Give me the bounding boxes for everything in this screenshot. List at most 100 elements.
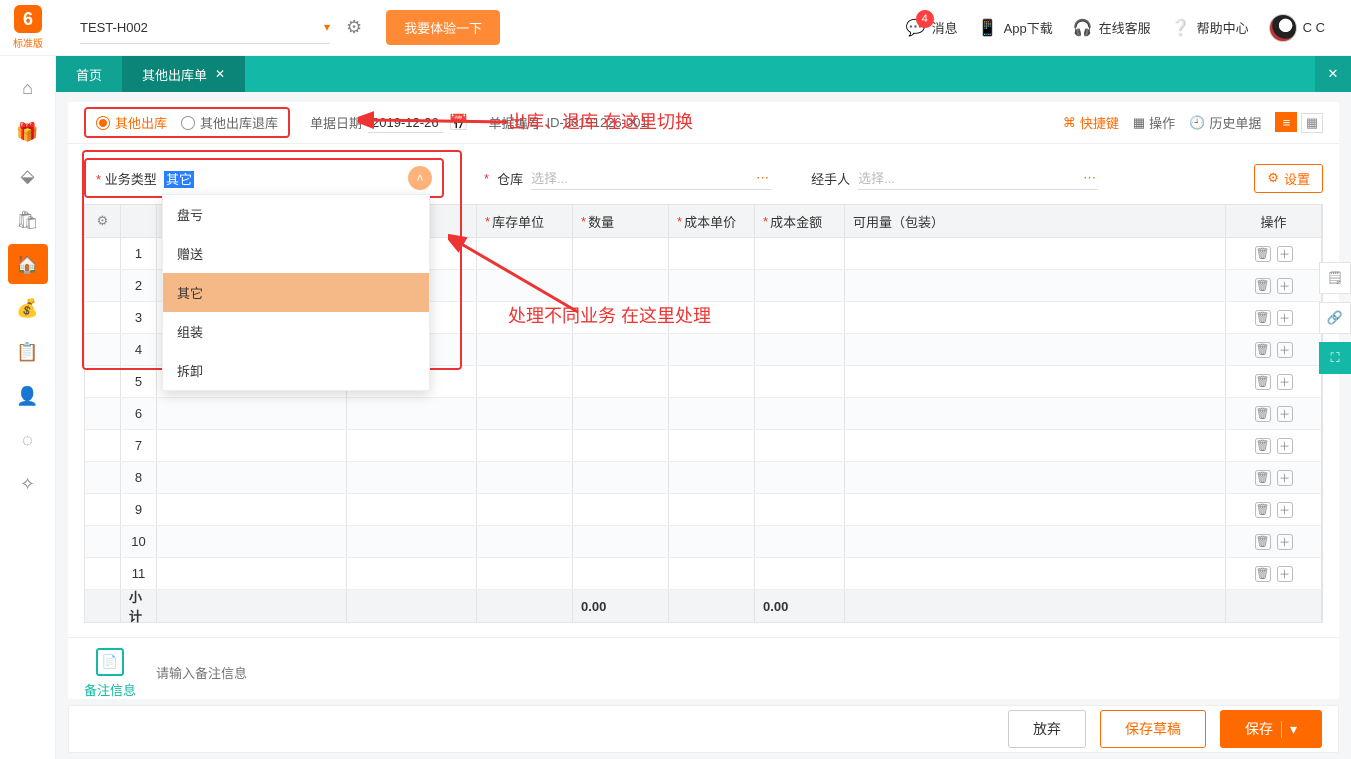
close-all-tabs[interactable]: ✕ bbox=[1315, 56, 1351, 92]
delete-row-icon[interactable]: 🗑 bbox=[1255, 278, 1271, 294]
add-row-icon[interactable]: ＋ bbox=[1277, 374, 1293, 390]
history-button[interactable]: 🕘历史单据 bbox=[1189, 113, 1261, 132]
dropdown-selected-value: 其它 bbox=[164, 171, 194, 188]
view-toggle: ≡ ▦ bbox=[1275, 112, 1323, 133]
business-type-dropdown[interactable]: * 业务类型 其它 ˄ bbox=[84, 158, 444, 198]
rail-goods-icon[interactable]: ⬙ bbox=[8, 156, 48, 196]
add-row-icon[interactable]: ＋ bbox=[1277, 534, 1293, 550]
operate-button[interactable]: ▦操作 bbox=[1133, 113, 1175, 132]
user-name: C C bbox=[1303, 20, 1325, 35]
radio-other-outbound[interactable]: 其他出库 bbox=[96, 113, 167, 132]
shortcut-button[interactable]: ⌘快捷键 bbox=[1063, 113, 1119, 132]
discard-button[interactable]: 放弃 bbox=[1008, 710, 1086, 748]
radio-other-outbound-return[interactable]: 其他出库退库 bbox=[181, 113, 278, 132]
save-button[interactable]: 保存 ▾ bbox=[1220, 710, 1322, 748]
delete-row-icon[interactable]: 🗑 bbox=[1255, 246, 1271, 262]
help-center-button[interactable]: ❔ 帮助中心 bbox=[1171, 18, 1249, 38]
add-row-icon[interactable]: ＋ bbox=[1277, 438, 1293, 454]
rail-clipboard-icon[interactable]: 📋 bbox=[8, 332, 48, 372]
rail-bag-icon[interactable]: 🛍 bbox=[8, 200, 48, 240]
rail-new-icon[interactable]: ✧ bbox=[8, 464, 48, 504]
rail-gift-icon[interactable]: 🎁 bbox=[8, 112, 48, 152]
delete-row-icon[interactable]: 🗑 bbox=[1255, 502, 1271, 518]
org-name: TEST-H002 bbox=[80, 20, 148, 35]
field-label: 单据日期 bbox=[310, 113, 362, 132]
doc-date-field[interactable]: 单据日期 2019-12-26 📅 bbox=[310, 113, 468, 133]
tabs-strip: 首页 其他出库单 ✕ ✕ bbox=[56, 56, 1351, 92]
table-row[interactable]: 9🗑＋ bbox=[85, 494, 1322, 526]
radio-label: 其他出库退库 bbox=[200, 113, 278, 132]
col-unit: *库存单位 bbox=[477, 205, 573, 237]
col-index bbox=[121, 205, 157, 237]
add-row-icon[interactable]: ＋ bbox=[1277, 406, 1293, 422]
rail-home-icon[interactable]: ⌂ bbox=[8, 68, 48, 108]
tab-home[interactable]: 首页 bbox=[56, 56, 122, 92]
radio-dot-icon bbox=[96, 116, 110, 130]
add-row-icon[interactable]: ＋ bbox=[1277, 310, 1293, 326]
cta-button[interactable]: 我要体验一下 bbox=[386, 10, 500, 45]
rr-note-icon[interactable]: 🗒 bbox=[1319, 262, 1351, 294]
row-index: 4 bbox=[121, 334, 157, 365]
app-label: App下载 bbox=[1004, 18, 1053, 37]
add-row-icon[interactable]: ＋ bbox=[1277, 502, 1293, 518]
delete-row-icon[interactable]: 🗑 bbox=[1255, 342, 1271, 358]
option-zengsong[interactable]: 赠送 bbox=[163, 234, 429, 273]
rail-warehouse-icon[interactable]: 🏠 bbox=[8, 244, 48, 284]
online-service-button[interactable]: 🎧 在线客服 bbox=[1073, 18, 1151, 38]
rr-fullscreen-icon[interactable]: ⛶ bbox=[1319, 342, 1351, 374]
delete-row-icon[interactable]: 🗑 bbox=[1255, 438, 1271, 454]
delete-row-icon[interactable]: 🗑 bbox=[1255, 470, 1271, 486]
org-selector[interactable]: TEST-H002 ▾ bbox=[80, 12, 330, 44]
delete-row-icon[interactable]: 🗑 bbox=[1255, 374, 1271, 390]
messages-badge: 4 bbox=[916, 10, 934, 28]
add-row-icon[interactable]: ＋ bbox=[1277, 342, 1293, 358]
option-pankui[interactable]: 盘亏 bbox=[163, 195, 429, 234]
delete-row-icon[interactable]: 🗑 bbox=[1255, 310, 1271, 326]
rail-contact-icon[interactable]: 👤 bbox=[8, 376, 48, 416]
remark-title: 备注信息 bbox=[84, 680, 136, 699]
app-download-button[interactable]: 📱 App下载 bbox=[978, 18, 1053, 38]
remark-input[interactable] bbox=[156, 666, 1323, 681]
option-chaixie[interactable]: 拆卸 bbox=[163, 351, 429, 390]
delete-row-icon[interactable]: 🗑 bbox=[1255, 406, 1271, 422]
more-icon[interactable]: ⋯ bbox=[756, 170, 771, 186]
add-row-icon[interactable]: ＋ bbox=[1277, 246, 1293, 262]
save-draft-button[interactable]: 保存草稿 bbox=[1100, 710, 1206, 748]
radio-dot-icon bbox=[181, 116, 195, 130]
table-row[interactable]: 11🗑＋ bbox=[85, 558, 1322, 590]
footer-amount: 0.00 bbox=[755, 590, 845, 622]
user-menu[interactable]: C C bbox=[1269, 14, 1325, 42]
table-row[interactable]: 6🗑＋ bbox=[85, 398, 1322, 430]
option-zuzhuang[interactable]: 组装 bbox=[163, 312, 429, 351]
messages-label: 消息 bbox=[932, 18, 958, 37]
table-row[interactable]: 8🗑＋ bbox=[85, 462, 1322, 494]
column-config-icon[interactable]: ⚙ bbox=[85, 205, 121, 237]
handler-field[interactable]: 经手人 选择... ⋯ bbox=[811, 166, 1098, 190]
option-qita[interactable]: 其它 bbox=[163, 273, 429, 312]
tab-other-outbound[interactable]: 其他出库单 ✕ bbox=[122, 56, 245, 92]
logo-icon: 6 bbox=[14, 5, 42, 33]
rail-refresh-icon[interactable]: ◌ bbox=[8, 420, 48, 460]
rr-link-icon[interactable]: 🔗 bbox=[1319, 302, 1351, 334]
add-row-icon[interactable]: ＋ bbox=[1277, 278, 1293, 294]
table-row[interactable]: 7🗑＋ bbox=[85, 430, 1322, 462]
view-list-icon[interactable]: ≡ bbox=[1275, 112, 1297, 132]
settings-button[interactable]: ⚙设置 bbox=[1254, 164, 1323, 193]
col-ops: 操作 bbox=[1226, 205, 1322, 237]
view-grid-icon[interactable]: ▦ bbox=[1301, 113, 1323, 133]
more-icon[interactable]: ⋯ bbox=[1083, 170, 1098, 186]
messages-button[interactable]: 💬 4 消息 bbox=[906, 18, 958, 38]
table-row[interactable]: 10🗑＋ bbox=[85, 526, 1322, 558]
settings-icon[interactable]: ⚙ bbox=[346, 17, 362, 38]
footer-qty: 0.00 bbox=[573, 590, 669, 622]
outbound-type-radio-group: 其他出库 其他出库退库 bbox=[84, 107, 290, 138]
col-price: *成本单价 bbox=[669, 205, 755, 237]
rail-money-icon[interactable]: 💰 bbox=[8, 288, 48, 328]
add-row-icon[interactable]: ＋ bbox=[1277, 566, 1293, 582]
close-icon[interactable]: ✕ bbox=[215, 67, 225, 81]
add-row-icon[interactable]: ＋ bbox=[1277, 470, 1293, 486]
warehouse-field[interactable]: *仓库 选择... ⋯ bbox=[484, 166, 771, 190]
delete-row-icon[interactable]: 🗑 bbox=[1255, 566, 1271, 582]
delete-row-icon[interactable]: 🗑 bbox=[1255, 534, 1271, 550]
calendar-icon[interactable]: 📅 bbox=[449, 113, 469, 133]
